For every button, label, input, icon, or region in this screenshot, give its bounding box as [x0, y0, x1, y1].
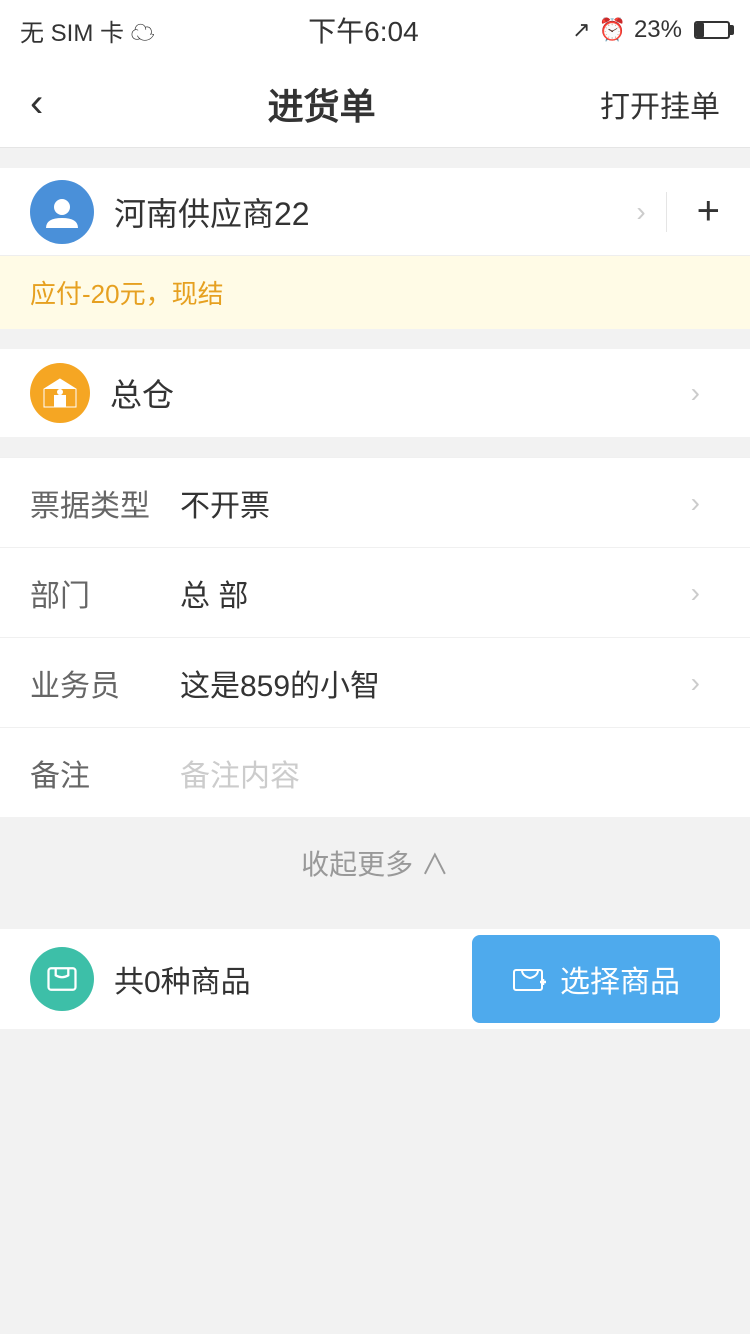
page-title: 进货单 — [268, 78, 376, 130]
battery-icon — [694, 21, 730, 39]
salesperson-row[interactable]: 业务员 这是859的小智 › — [0, 637, 750, 727]
form-card: 票据类型 不开票 › 部门 总 部 › 业务员 这是859的小智 › 备注 备注… — [0, 457, 750, 817]
warehouse-row[interactable]: 总仓 › — [0, 349, 750, 437]
warehouse-arrow-icon: › — [691, 377, 700, 409]
invoice-arrow-icon: › — [691, 487, 700, 519]
back-button[interactable]: ‹ — [30, 81, 43, 126]
product-count: 共0种商品 — [114, 957, 472, 1001]
location-icon: ↗ — [572, 17, 590, 43]
sim-signal-text: 无 SIM 卡 ☁ — [20, 13, 155, 48]
notice-banner: 应付-20元，现结 — [0, 256, 750, 329]
supplier-arrow-icon: › — [636, 196, 645, 228]
salesperson-value: 这是859的小智 — [160, 661, 691, 705]
nav-bar: ‹ 进货单 打开挂单 — [0, 60, 750, 148]
remark-label: 备注 — [30, 751, 160, 795]
section-gap-3 — [0, 437, 750, 457]
invoice-type-label: 票据类型 — [30, 481, 160, 525]
bottom-bar: 共0种商品 选择商品 — [0, 929, 750, 1029]
section-gap-2 — [0, 329, 750, 349]
select-product-label: 选择商品 — [560, 957, 680, 1001]
invoice-type-value: 不开票 — [160, 481, 691, 525]
vertical-divider — [666, 192, 667, 232]
status-left: 无 SIM 卡 ☁ — [20, 13, 155, 48]
section-gap-1 — [0, 148, 750, 168]
status-bar: 无 SIM 卡 ☁ 下午6:04 ↗ ⏰ 23% — [0, 0, 750, 60]
remark-row[interactable]: 备注 备注内容 — [0, 727, 750, 817]
supplier-row[interactable]: 河南供应商22 › + — [0, 168, 750, 256]
department-label: 部门 — [30, 571, 160, 615]
product-icon — [30, 947, 94, 1011]
status-right: ↗ ⏰ 23% — [572, 16, 730, 44]
supplier-card: 河南供应商22 › + 应付-20元，现结 — [0, 168, 750, 329]
supplier-avatar — [30, 180, 94, 244]
department-arrow-icon: › — [691, 577, 700, 609]
invoice-type-row[interactable]: 票据类型 不开票 › — [0, 457, 750, 547]
warehouse-name: 总仓 — [110, 370, 691, 416]
salesperson-arrow-icon: › — [691, 667, 700, 699]
remark-placeholder[interactable]: 备注内容 — [160, 751, 720, 795]
select-product-button[interactable]: 选择商品 — [472, 935, 720, 1023]
department-row[interactable]: 部门 总 部 › — [0, 547, 750, 637]
add-supplier-button[interactable]: + — [697, 189, 720, 234]
open-pending-button[interactable]: 打开挂单 — [600, 82, 720, 126]
battery-text: 23% — [634, 16, 682, 44]
alarm-icon: ⏰ — [599, 17, 626, 43]
warehouse-icon — [30, 363, 90, 423]
warehouse-card: 总仓 › — [0, 349, 750, 437]
status-time: 下午6:04 — [308, 10, 419, 50]
supplier-name: 河南供应商22 — [114, 189, 636, 235]
collapse-button[interactable]: 收起更多 ∧ — [0, 817, 750, 909]
department-value: 总 部 — [160, 571, 691, 615]
page-background — [0, 1029, 750, 1329]
salesperson-label: 业务员 — [30, 661, 160, 705]
